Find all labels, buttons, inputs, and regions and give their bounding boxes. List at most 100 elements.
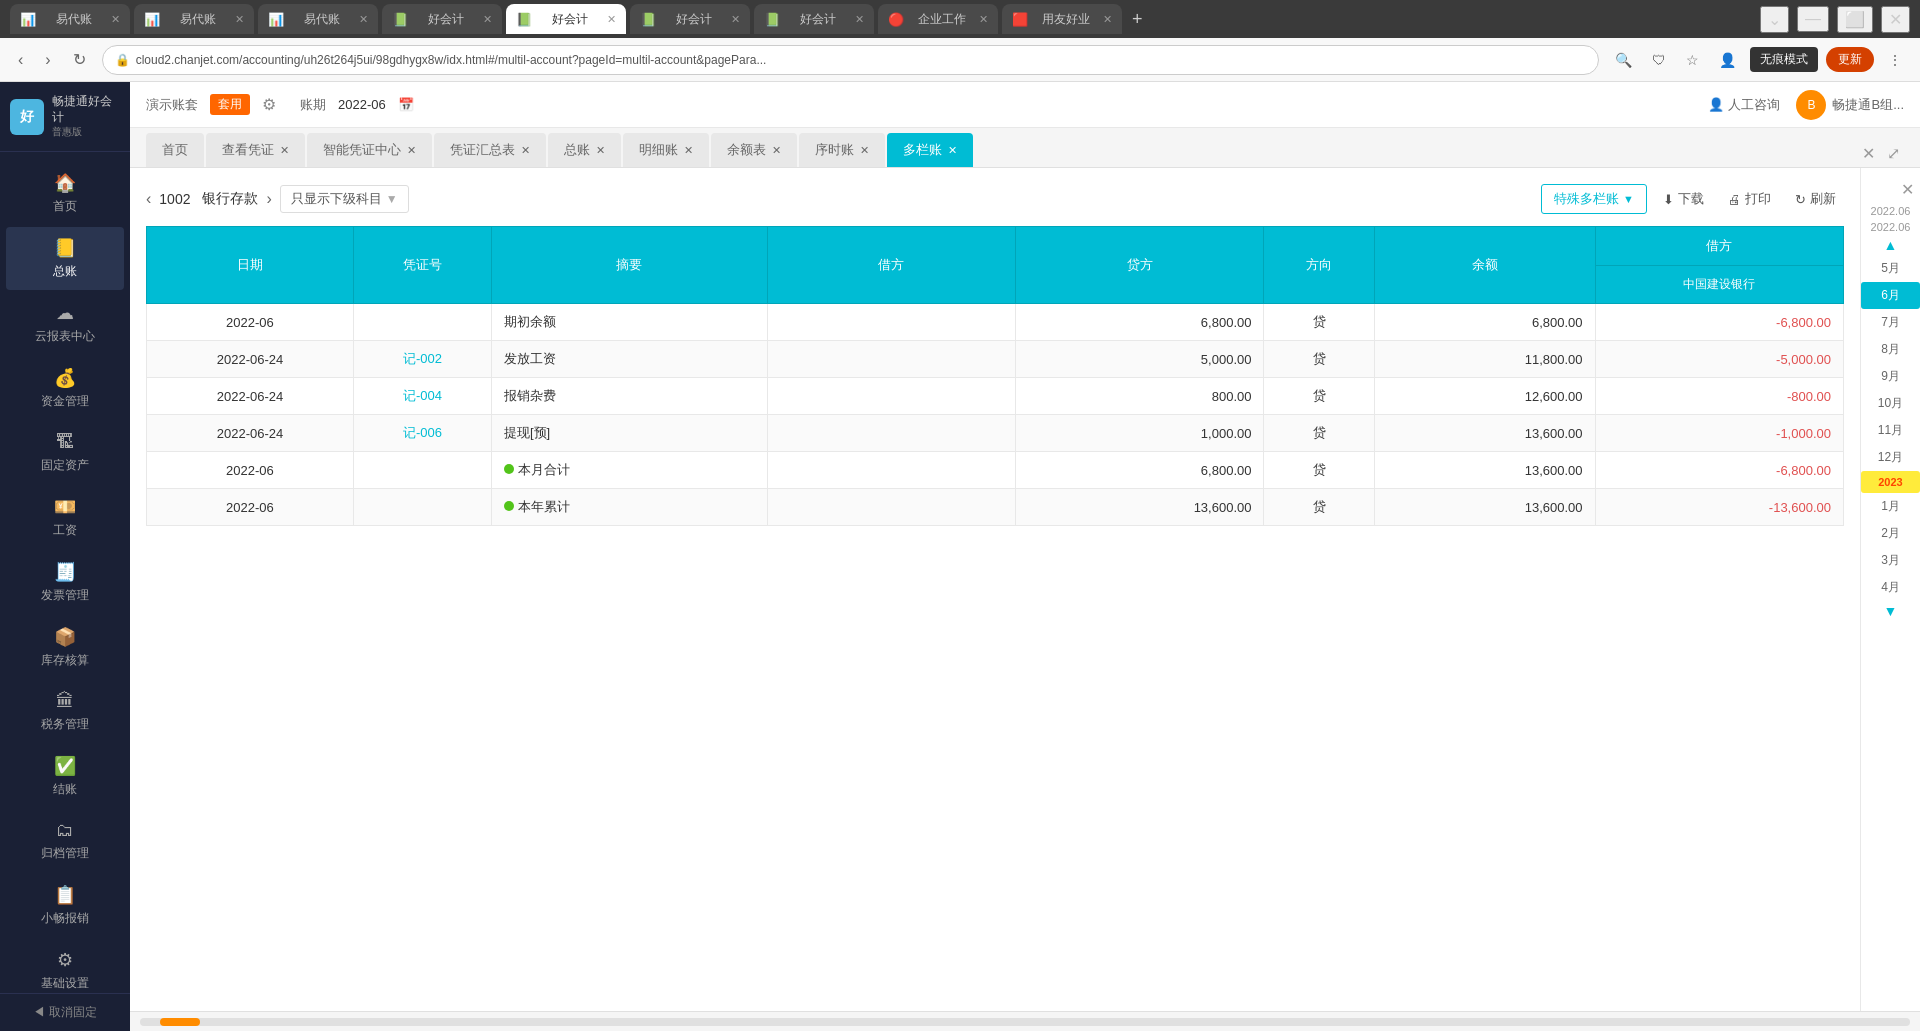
sidebar-item-archive[interactable]: 🗂 归档管理	[6, 810, 124, 872]
filter-dropdown[interactable]: 只显示下级科目 ▼	[280, 185, 409, 213]
tab-view-voucher[interactable]: 查看凭证 ✕	[206, 133, 305, 167]
special-multi-column-button[interactable]: 特殊多栏账 ▼	[1541, 184, 1647, 214]
tab-haokuaiji-4[interactable]: 📗 好会计 ✕	[754, 4, 874, 34]
tab-close-6[interactable]: ✕	[731, 13, 740, 26]
tab-close-smart-voucher[interactable]: ✕	[407, 144, 416, 157]
tab-close-2[interactable]: ✕	[235, 13, 244, 26]
tab-close-9[interactable]: ✕	[1103, 13, 1112, 26]
tab-expand-button[interactable]: ⤢	[1883, 140, 1904, 167]
date-panel-close-button[interactable]: ✕	[1895, 176, 1920, 203]
account-prev-button[interactable]: ‹	[146, 190, 151, 208]
sidebar-item-invoice[interactable]: 🧾 发票管理	[6, 551, 124, 614]
tab-balance-sheet[interactable]: 余额表 ✕	[711, 133, 797, 167]
bookmark-icon[interactable]: ☆	[1680, 48, 1705, 72]
tab-smart-voucher[interactable]: 智能凭证中心 ✕	[307, 133, 432, 167]
sidebar-item-settings[interactable]: ⚙ 基础设置	[6, 939, 124, 993]
tab-close-view-voucher[interactable]: ✕	[280, 144, 289, 157]
back-button[interactable]: ‹	[12, 47, 29, 73]
tab-close-8[interactable]: ✕	[979, 13, 988, 26]
sidebar-item-fixed-assets[interactable]: 🏗 固定资产	[6, 422, 124, 484]
scroll-up-button[interactable]: ▲	[1882, 235, 1900, 255]
tab-detail-ledger[interactable]: 明细账 ✕	[623, 133, 709, 167]
print-button[interactable]: 🖨 打印	[1720, 185, 1779, 213]
url-bar[interactable]: 🔒 cloud2.chanjet.com/accounting/uh26t264…	[102, 45, 1599, 75]
voucher-link[interactable]: 记-002	[403, 351, 442, 366]
sidebar-item-salary[interactable]: 💴 工资	[6, 486, 124, 549]
voucher-link[interactable]: 记-004	[403, 388, 442, 403]
shield-icon[interactable]: 🛡	[1646, 48, 1672, 72]
tab-haokuaiji-3[interactable]: 📗 好会计 ✕	[630, 4, 750, 34]
bottom-scrollbar[interactable]	[130, 1011, 1920, 1031]
tab-journal[interactable]: 序时账 ✕	[799, 133, 885, 167]
minimize-button[interactable]: —	[1797, 6, 1829, 32]
month-9[interactable]: 9月	[1861, 363, 1920, 390]
consult-button[interactable]: 👤 人工咨询	[1708, 96, 1780, 114]
scrollbar-thumb[interactable]	[160, 1018, 200, 1026]
sidebar-item-general-ledger[interactable]: 📒 总账	[6, 227, 124, 290]
month-6[interactable]: 6月	[1861, 282, 1920, 309]
voucher-link[interactable]: 记-006	[403, 425, 442, 440]
tab-close-7[interactable]: ✕	[855, 13, 864, 26]
demo-badge[interactable]: 套用	[210, 94, 250, 115]
scroll-down-button[interactable]: ▼	[1882, 601, 1900, 621]
tab-haokuaiji-2-active[interactable]: 📗 好会计 ✕	[506, 4, 626, 34]
month-2023-3[interactable]: 3月	[1861, 547, 1920, 574]
sidebar-item-home[interactable]: 🏠 首页	[6, 162, 124, 225]
tab-close-voucher-summary[interactable]: ✕	[521, 144, 530, 157]
tab-close-detail-ledger[interactable]: ✕	[684, 144, 693, 157]
month-2023-4[interactable]: 4月	[1861, 574, 1920, 601]
period-calendar-icon[interactable]: 📅	[398, 97, 414, 112]
sidebar-item-cloud-reports[interactable]: ☁ 云报表中心	[6, 292, 124, 355]
sidebar-pin-button[interactable]: ◀ 取消固定	[0, 993, 130, 1031]
month-7[interactable]: 7月	[1861, 309, 1920, 336]
sidebar-item-inventory[interactable]: 📦 库存核算	[6, 616, 124, 679]
account-next-button[interactable]: ›	[266, 190, 271, 208]
tab-enterprise[interactable]: 🔴 企业工作 ✕	[878, 4, 998, 34]
month-5[interactable]: 5月	[1861, 255, 1920, 282]
sidebar-item-close-account[interactable]: ✅ 结账	[6, 745, 124, 808]
profile-icon[interactable]: 👤	[1713, 48, 1742, 72]
sidebar-item-capital[interactable]: 💰 资金管理	[6, 357, 124, 420]
download-button[interactable]: ⬇ 下载	[1655, 185, 1712, 213]
tab-voucher-summary[interactable]: 凭证汇总表 ✕	[434, 133, 546, 167]
tab-multi-column[interactable]: 多栏账 ✕	[887, 133, 973, 167]
month-2023-1[interactable]: 1月	[1861, 493, 1920, 520]
user-profile-button[interactable]: B 畅捷通B组...	[1796, 90, 1904, 120]
tab-homepage[interactable]: 首页	[146, 133, 204, 167]
month-11[interactable]: 11月	[1861, 417, 1920, 444]
tab-close-general-ledger[interactable]: ✕	[596, 144, 605, 157]
account-settings-icon[interactable]: ⚙	[262, 95, 276, 114]
month-8[interactable]: 8月	[1861, 336, 1920, 363]
new-tab-button[interactable]: +	[1126, 7, 1149, 32]
tab-haokuaiji-1[interactable]: 📗 好会计 ✕	[382, 4, 502, 34]
reload-button[interactable]: ↻	[67, 46, 92, 73]
tab-close-multi-column[interactable]: ✕	[948, 144, 957, 157]
tab-close-4[interactable]: ✕	[483, 13, 492, 26]
tab-close-1[interactable]: ✕	[111, 13, 120, 26]
tab-youyou[interactable]: 🟥 用友好业 ✕	[1002, 4, 1122, 34]
tab-minimize-button[interactable]: ✕	[1858, 140, 1879, 167]
refresh-button[interactable]: ↻ 刷新	[1787, 185, 1844, 213]
incognito-button[interactable]: 无痕模式	[1750, 47, 1818, 72]
month-2023-2[interactable]: 2月	[1861, 520, 1920, 547]
more-menu-button[interactable]: ⋮	[1882, 48, 1908, 72]
tab-yidaizhang-2[interactable]: 📊 易代账 ✕	[134, 4, 254, 34]
search-icon[interactable]: 🔍	[1609, 48, 1638, 72]
tab-yidaizhang-1[interactable]: 📊 易代账 ✕	[10, 4, 130, 34]
sidebar-item-expense[interactable]: 📋 小畅报销	[6, 874, 124, 937]
scrollbar-track[interactable]	[140, 1018, 1910, 1026]
tab-yidaizhang-3[interactable]: 📊 易代账 ✕	[258, 4, 378, 34]
forward-button[interactable]: ›	[39, 47, 56, 73]
sidebar-item-tax[interactable]: 🏛 税务管理	[6, 681, 124, 743]
tab-close-3[interactable]: ✕	[359, 13, 368, 26]
close-window-button[interactable]: ✕	[1881, 6, 1910, 33]
month-10[interactable]: 10月	[1861, 390, 1920, 417]
tab-list-button[interactable]: ⌄	[1760, 6, 1789, 33]
tab-close-journal[interactable]: ✕	[860, 144, 869, 157]
tab-close-balance-sheet[interactable]: ✕	[772, 144, 781, 157]
month-12[interactable]: 12月	[1861, 444, 1920, 471]
update-button[interactable]: 更新	[1826, 47, 1874, 72]
tab-general-ledger[interactable]: 总账 ✕	[548, 133, 621, 167]
maximize-button[interactable]: ⬜	[1837, 6, 1873, 33]
tab-close-5[interactable]: ✕	[607, 13, 616, 26]
